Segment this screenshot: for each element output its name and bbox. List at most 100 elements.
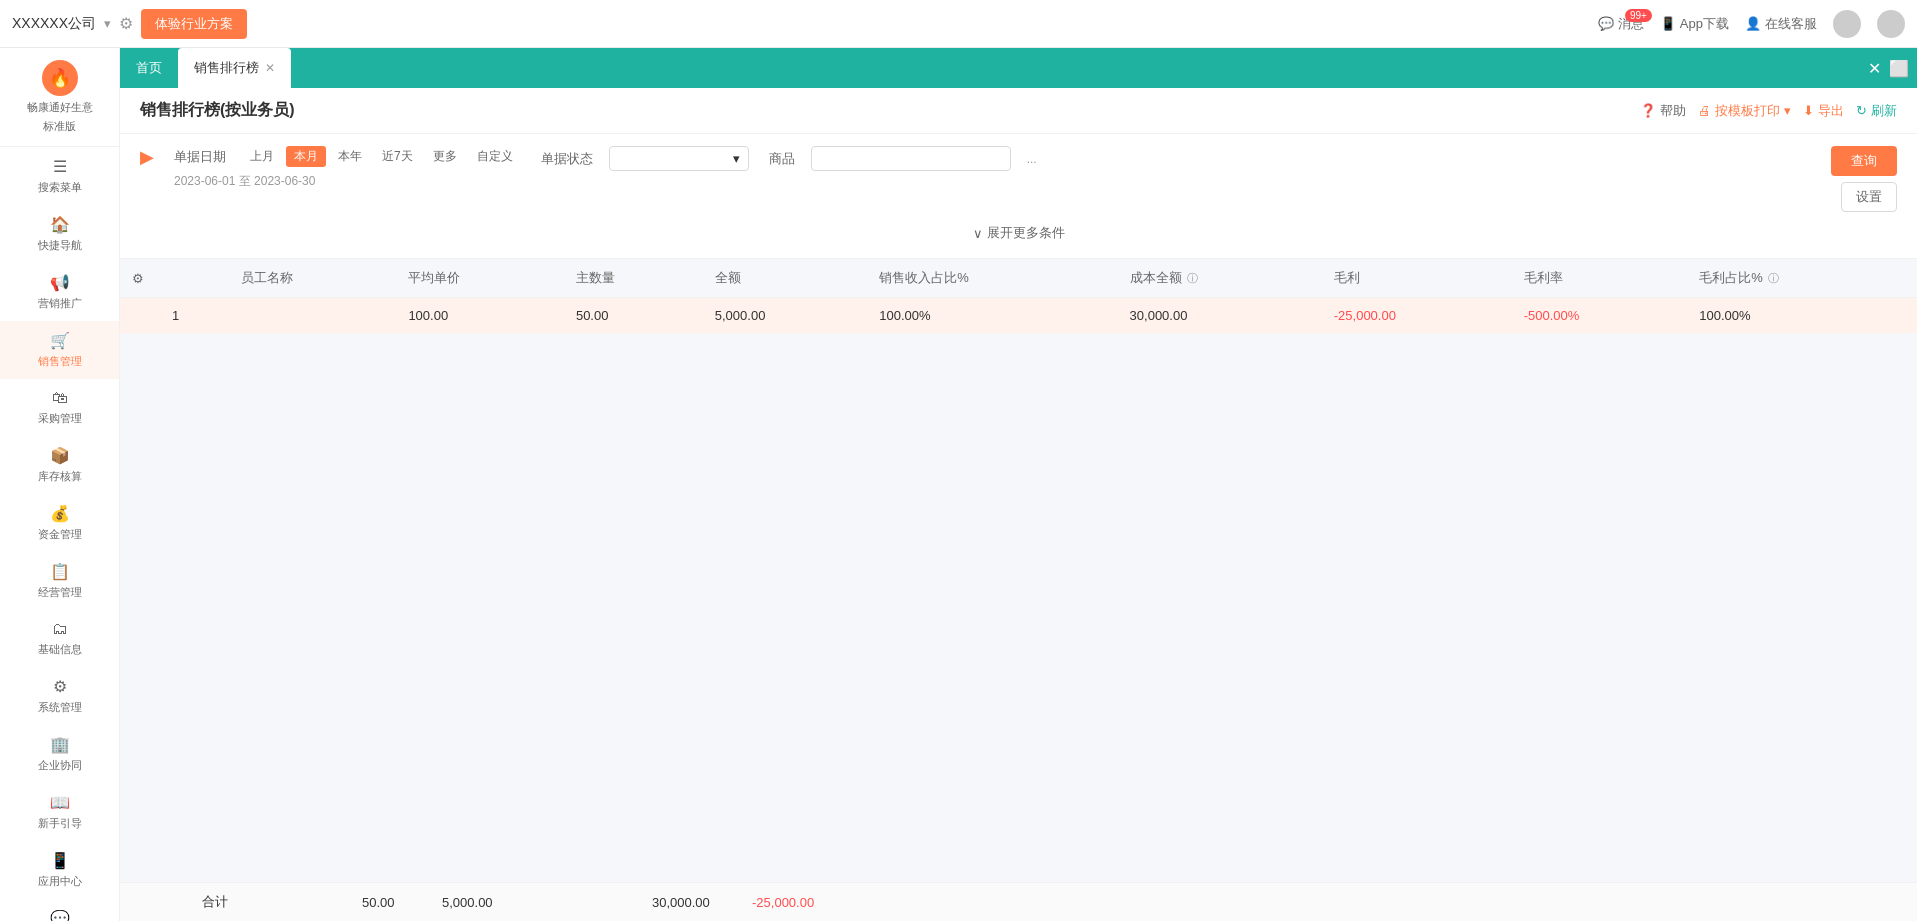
sales-ranking-tab-label: 销售排行榜 — [194, 59, 259, 77]
status-select[interactable]: ▾ — [609, 146, 749, 171]
sidebar-label-purchase: 采购管理 — [38, 411, 82, 426]
cell-cost-amount: 30,000.00 — [1118, 298, 1322, 334]
col-settings[interactable]: ⚙ — [120, 259, 160, 298]
sidebar-item-basic-info[interactable]: 🗂 基础信息 — [0, 610, 119, 667]
refresh-button[interactable]: ↻ 刷新 — [1856, 102, 1897, 120]
filter-section: ▶ 单据日期 上月 本月 本年 近7天 更多 自定义 — [140, 146, 1897, 212]
cell-employee — [229, 298, 397, 334]
system-icon: ⚙ — [53, 677, 67, 696]
cell-gross-pct: 100.00% — [1687, 298, 1917, 334]
message-button[interactable]: 💬 消息 99+ — [1598, 15, 1644, 33]
logo-icon: 🔥 — [42, 60, 78, 96]
help-button[interactable]: ❓ 帮助 — [1640, 102, 1686, 120]
shortcut-more[interactable]: 更多 — [425, 146, 465, 167]
home-tab-label: 首页 — [136, 59, 162, 77]
col-gross-rate: 毛利率 — [1512, 259, 1688, 298]
shortcut-this-month[interactable]: 本月 — [286, 146, 326, 167]
sidebar-item-sales[interactable]: 🛒 销售管理 — [0, 321, 119, 379]
message-icon: 💬 — [1598, 16, 1614, 31]
operations-icon: 📋 — [50, 562, 70, 581]
table-header-row: ⚙ 员工名称 平均单价 主数量 全额 销售收入占比% 成本全额 ⓘ — [120, 259, 1917, 298]
col-rank — [160, 259, 229, 298]
cell-amount: 5,000.00 — [703, 298, 867, 334]
tab-sales-ranking[interactable]: 销售排行榜 ✕ — [178, 48, 291, 88]
expand-more-conditions-button[interactable]: ∨ 展开更多条件 — [140, 220, 1897, 246]
cell-settings — [120, 298, 160, 334]
company-name: XXXXXX公司 — [12, 15, 96, 33]
sidebar-logo: 🔥 畅康通好生意 标准版 — [0, 48, 119, 147]
shortcut-last-month[interactable]: 上月 — [242, 146, 282, 167]
cell-sales-pct: 100.00% — [867, 298, 1117, 334]
refresh-label: 刷新 — [1871, 102, 1897, 120]
gross-pct-info-icon[interactable]: ⓘ — [1768, 272, 1779, 284]
goods-filter: 商品 ... — [769, 146, 1037, 171]
footer-amount: 5,000.00 — [442, 895, 542, 910]
table-footer: 合计 50.00 5,000.00 30,000.00 -25,000.00 — [120, 882, 1917, 921]
company-settings-icon[interactable]: ⚙ — [119, 14, 133, 33]
footer-cost-amount: 30,000.00 — [652, 895, 752, 910]
cell-avg-price: 100.00 — [396, 298, 564, 334]
shortcut-7days[interactable]: 近7天 — [374, 146, 421, 167]
sidebar-label-system: 系统管理 — [38, 700, 82, 715]
company-dropdown-icon[interactable]: ▾ — [104, 16, 111, 31]
table-settings-icon[interactable]: ⚙ — [132, 271, 144, 286]
goods-label: 商品 — [769, 150, 795, 168]
sidebar-label-finance: 资金管理 — [38, 527, 82, 542]
query-button[interactable]: 查询 — [1831, 146, 1897, 176]
top-bar: XXXXXX公司 ▾ ⚙ 体验行业方案 💬 消息 99+ 📱 App下载 👤 在… — [0, 0, 1917, 48]
sidebar-item-inventory[interactable]: 📦 库存核算 — [0, 436, 119, 494]
sidebar-item-search-order[interactable]: ☰ 搜索菜单 — [0, 147, 119, 205]
table-area: ⚙ 员工名称 平均单价 主数量 全额 销售收入占比% 成本全额 ⓘ — [120, 259, 1917, 334]
tab-bar-actions: ✕ ⬜ — [1860, 59, 1917, 78]
status-filter: 单据状态 ▾ — [541, 146, 749, 171]
app-download-button[interactable]: 📱 App下载 — [1660, 15, 1729, 33]
service-icon: 👤 — [1745, 16, 1761, 31]
trial-button[interactable]: 体验行业方案 — [141, 9, 247, 39]
goods-more-icon[interactable]: ... — [1027, 152, 1037, 166]
quick-nav-icon: 🏠 — [50, 215, 70, 234]
sales-icon: 🛒 — [50, 331, 70, 350]
page-content: 销售排行榜(按业务员) ❓ 帮助 🖨 按模板打印 ▾ ⬇ 导出 — [120, 88, 1917, 921]
sidebar-item-wechat[interactable]: 💬 企业微信 — [0, 899, 119, 921]
table-row: 1 100.00 50.00 5,000.00 100.00% 30,000.0… — [120, 298, 1917, 334]
filter-settings-button[interactable]: 设置 — [1841, 182, 1897, 212]
sidebar-item-quick-nav[interactable]: 🏠 快捷导航 — [0, 205, 119, 263]
shortcut-this-year[interactable]: 本年 — [330, 146, 370, 167]
message-badge: 99+ — [1625, 9, 1652, 22]
date-filter-row: 单据日期 上月 本月 本年 近7天 更多 自定义 — [174, 146, 521, 167]
tab-maximize-icon[interactable]: ⬜ — [1889, 59, 1909, 78]
avatar-2[interactable] — [1877, 10, 1905, 38]
template-print-button[interactable]: 🖨 按模板打印 ▾ — [1698, 102, 1791, 120]
help-icon: ❓ — [1640, 103, 1656, 118]
sidebar-item-enterprise[interactable]: 🏢 企业协同 — [0, 725, 119, 783]
status-label: 单据状态 — [541, 150, 593, 168]
online-service-button[interactable]: 👤 在线客服 — [1745, 15, 1817, 33]
tab-close-icon[interactable]: ✕ — [265, 61, 275, 75]
avatar[interactable] — [1833, 10, 1861, 38]
date-shortcuts: 上月 本月 本年 近7天 更多 自定义 — [242, 146, 521, 167]
guide-icon: 📖 — [50, 793, 70, 812]
finance-icon: 💰 — [50, 504, 70, 523]
status-filter-row: 单据状态 ▾ — [541, 146, 749, 171]
sidebar-item-marketing[interactable]: 📢 营销推广 — [0, 263, 119, 321]
sidebar-item-guide[interactable]: 📖 新手引导 — [0, 783, 119, 841]
sidebar-item-purchase[interactable]: 🛍 采购管理 — [0, 379, 119, 436]
tab-home[interactable]: 首页 — [120, 48, 178, 88]
cost-info-icon[interactable]: ⓘ — [1187, 272, 1198, 284]
sidebar-item-finance[interactable]: 💰 资金管理 — [0, 494, 119, 552]
sidebar-item-app-center[interactable]: 📱 应用中心 — [0, 841, 119, 899]
sidebar-item-system[interactable]: ⚙ 系统管理 — [0, 667, 119, 725]
filter-expand-arrow-icon[interactable]: ▶ — [140, 146, 154, 168]
goods-input[interactable] — [811, 146, 1011, 171]
sidebar-label-marketing: 营销推广 — [38, 296, 82, 311]
export-label: 导出 — [1818, 102, 1844, 120]
print-dropdown-icon[interactable]: ▾ — [1784, 103, 1791, 118]
tab-close-window-icon[interactable]: ✕ — [1868, 59, 1881, 78]
shortcut-custom[interactable]: 自定义 — [469, 146, 521, 167]
date-label: 单据日期 — [174, 148, 226, 166]
service-label: 在线客服 — [1765, 15, 1817, 33]
col-main-qty: 主数量 — [564, 259, 703, 298]
export-button[interactable]: ⬇ 导出 — [1803, 102, 1844, 120]
page-header: 销售排行榜(按业务员) ❓ 帮助 🖨 按模板打印 ▾ ⬇ 导出 — [120, 88, 1917, 134]
sidebar-item-operations[interactable]: 📋 经营管理 — [0, 552, 119, 610]
